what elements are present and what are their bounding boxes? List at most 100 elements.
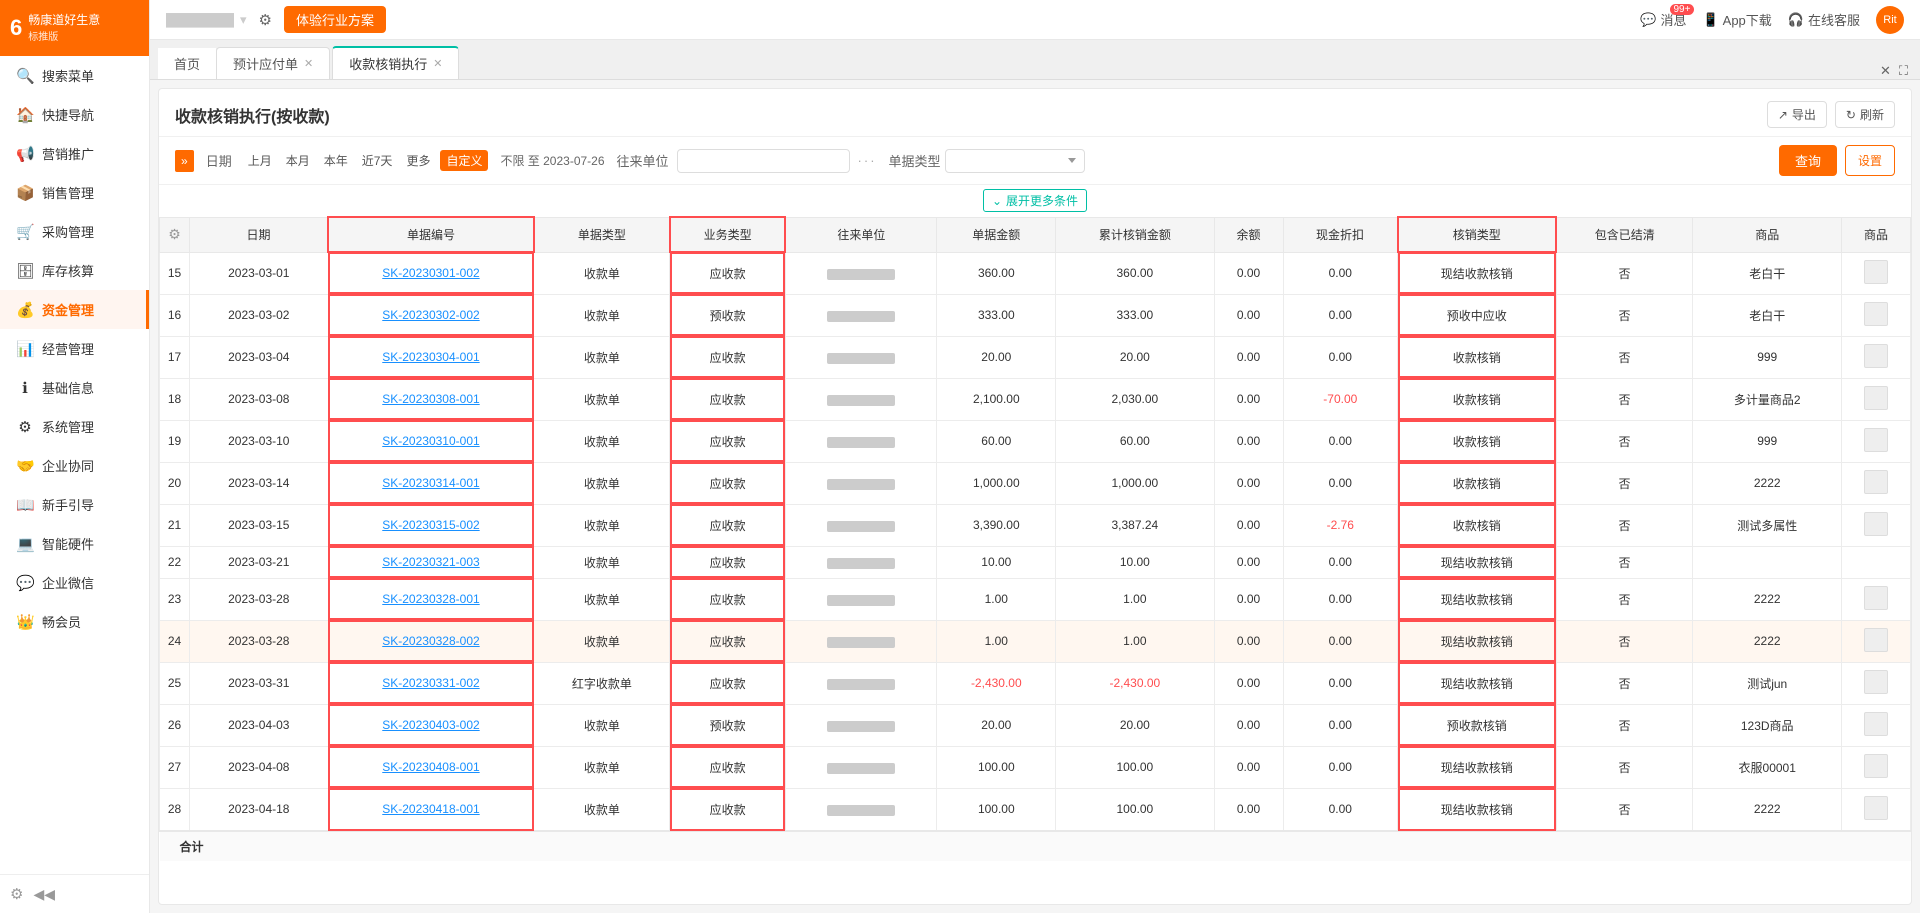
doc-no-link[interactable]: SK-20230408-001 [382, 760, 479, 774]
cell-cum-amount: 360.00 [1056, 252, 1214, 294]
refresh-button[interactable]: ↻ 刷新 [1835, 101, 1895, 128]
cell-no: SK-20230304-001 [328, 336, 534, 378]
cell-balance: 0.00 [1214, 420, 1283, 462]
sidebar-logo: 6 畅康道好生意 标推版 [0, 0, 149, 56]
doc-no-link[interactable]: SK-20230328-001 [382, 592, 479, 606]
doc-no-link[interactable]: SK-20230301-002 [382, 266, 479, 280]
sidebar-item-8[interactable]: ℹ基础信息 [0, 368, 149, 407]
doc-no-link[interactable]: SK-20230304-001 [382, 350, 479, 364]
solution-button[interactable]: 体验行业方案 [284, 6, 386, 33]
sidebar-item-9[interactable]: ⚙系统管理 [0, 407, 149, 446]
cell-no: SK-20230328-001 [328, 578, 534, 620]
sidebar-label-4: 采购管理 [42, 222, 94, 241]
product-image [1864, 754, 1888, 778]
cell-unit: ████ [785, 336, 937, 378]
type-filter-select[interactable] [945, 149, 1085, 173]
expand-more-button[interactable]: ⌄ 展开更多条件 [983, 189, 1087, 212]
doc-no-link[interactable]: SK-20230308-001 [382, 392, 479, 406]
cell-id: 18 [160, 378, 190, 420]
filter-settings-button[interactable]: 设置 [1845, 145, 1895, 176]
cell-biz-type: 应收款 [670, 420, 786, 462]
topbar-right: 💬 消息 99+ 📱 App下载 🎧 在线客服 Rit [1640, 6, 1904, 34]
date-btn-7days[interactable]: 近7天 [358, 150, 397, 171]
unit-filter-dots[interactable]: ··· [858, 153, 877, 168]
main-area: ████████ ▾ ⚙ 体验行业方案 💬 消息 99+ 📱 App下载 🎧 在… [150, 0, 1920, 913]
message-icon[interactable]: 💬 消息 99+ [1640, 10, 1686, 29]
sidebar-gear-icon[interactable]: ⚙ [10, 885, 23, 903]
export-button[interactable]: ↗ 导出 [1767, 101, 1827, 128]
cell-id: 28 [160, 788, 190, 831]
unit-filter-input[interactable] [677, 149, 850, 173]
tab-maximize-icon[interactable]: ⛶ [1899, 63, 1908, 79]
cell-product [1693, 546, 1841, 578]
sidebar-item-1[interactable]: 🏠快捷导航 [0, 95, 149, 134]
product-image [1864, 302, 1888, 326]
sidebar-item-6[interactable]: 💰资金管理 [0, 290, 149, 329]
sidebar-item-0[interactable]: 🔍搜索菜单 [0, 56, 149, 95]
cell-unit: ████ [785, 578, 937, 620]
sidebar-collapse-icon[interactable]: ◀◀ [33, 886, 55, 903]
tab-home[interactable]: 首页 [158, 48, 216, 79]
cell-biz-type: 预收款 [670, 294, 786, 336]
tab-writeoff[interactable]: 收款核销执行 ✕ [332, 46, 459, 79]
cell-balance: 0.00 [1214, 252, 1283, 294]
sidebar-label-12: 智能硬件 [42, 534, 94, 553]
sidebar-label-9: 系统管理 [42, 417, 94, 436]
cell-unit: ████ [785, 294, 937, 336]
tab-pre-payable-close[interactable]: ✕ [304, 57, 313, 70]
doc-no-link[interactable]: SK-20230328-002 [382, 634, 479, 648]
cell-no: SK-20230328-002 [328, 620, 534, 662]
cell-product: 多计量商品2 [1693, 378, 1841, 420]
doc-no-link[interactable]: SK-20230321-003 [382, 555, 479, 569]
cell-biz-type: 应收款 [670, 578, 786, 620]
tab-writeoff-close[interactable]: ✕ [433, 57, 442, 70]
cell-unit: ████ [785, 420, 937, 462]
tab-pre-payable[interactable]: 预计应付单 ✕ [216, 47, 330, 79]
cell-id: 23 [160, 578, 190, 620]
export-icon: ↗ [1778, 108, 1788, 122]
cell-balance: 0.00 [1214, 662, 1283, 704]
date-btn-last-month[interactable]: 上月 [244, 150, 276, 171]
date-btn-this-year[interactable]: 本年 [320, 150, 352, 171]
topbar-settings-icon[interactable]: ⚙ [259, 11, 272, 29]
doc-no-link[interactable]: SK-20230403-002 [382, 718, 479, 732]
date-btn-custom[interactable]: 自定义 [440, 150, 488, 171]
user-avatar[interactable]: Rit [1876, 6, 1904, 34]
doc-no-link[interactable]: SK-20230331-002 [382, 676, 479, 690]
sidebar-label-3: 销售管理 [42, 183, 94, 202]
cell-no: SK-20230403-002 [328, 704, 534, 746]
sidebar-item-11[interactable]: 📖新手引导 [0, 485, 149, 524]
doc-no-link[interactable]: SK-20230315-002 [382, 518, 479, 532]
sidebar-item-2[interactable]: 📢营销推广 [0, 134, 149, 173]
sidebar-item-7[interactable]: 📊经营管理 [0, 329, 149, 368]
sidebar-menu: 🔍搜索菜单🏠快捷导航📢营销推广📦销售管理🛒采购管理🗄库存核算💰资金管理📊经营管理… [0, 56, 149, 874]
sidebar-item-10[interactable]: 🤝企业协同 [0, 446, 149, 485]
col-doc-type: 单据类型 [534, 217, 670, 252]
doc-no-link[interactable]: SK-20230314-001 [382, 476, 479, 490]
table-wrapper[interactable]: ⚙ 日期 单据编号 单据类型 业务类型 往来单位 单据金额 累计核销金额 余额 … [159, 216, 1911, 904]
sidebar-item-14[interactable]: 👑畅会员 [0, 602, 149, 641]
sidebar-item-12[interactable]: 💻智能硬件 [0, 524, 149, 563]
sidebar-item-4[interactable]: 🛒采购管理 [0, 212, 149, 251]
cell-no: SK-20230301-002 [328, 252, 534, 294]
sidebar-item-13[interactable]: 💬企业微信 [0, 563, 149, 602]
doc-no-link[interactable]: SK-20230302-002 [382, 308, 479, 322]
tab-close-all-icon[interactable]: ✕ [1880, 63, 1891, 79]
product-image [1864, 512, 1888, 536]
date-btn-this-month[interactable]: 本月 [282, 150, 314, 171]
cell-cum-amount: 10.00 [1056, 546, 1214, 578]
product-image [1864, 712, 1888, 736]
sidebar-item-5[interactable]: 🗄库存核算 [0, 251, 149, 290]
col-settings[interactable]: ⚙ [160, 217, 190, 252]
filter-expand-button[interactable]: » [175, 150, 194, 172]
sidebar-label-8: 基础信息 [42, 378, 94, 397]
online-service-link[interactable]: 🎧 在线客服 [1788, 10, 1860, 29]
cell-amount: 360.00 [937, 252, 1056, 294]
cell-doc-type: 收款单 [534, 704, 670, 746]
sidebar-item-3[interactable]: 📦销售管理 [0, 173, 149, 212]
query-button[interactable]: 查询 [1779, 145, 1837, 176]
doc-no-link[interactable]: SK-20230310-001 [382, 434, 479, 448]
date-btn-more[interactable]: 更多 [402, 150, 434, 171]
app-download-link[interactable]: 📱 App下载 [1702, 10, 1771, 29]
doc-no-link[interactable]: SK-20230418-001 [382, 802, 479, 816]
